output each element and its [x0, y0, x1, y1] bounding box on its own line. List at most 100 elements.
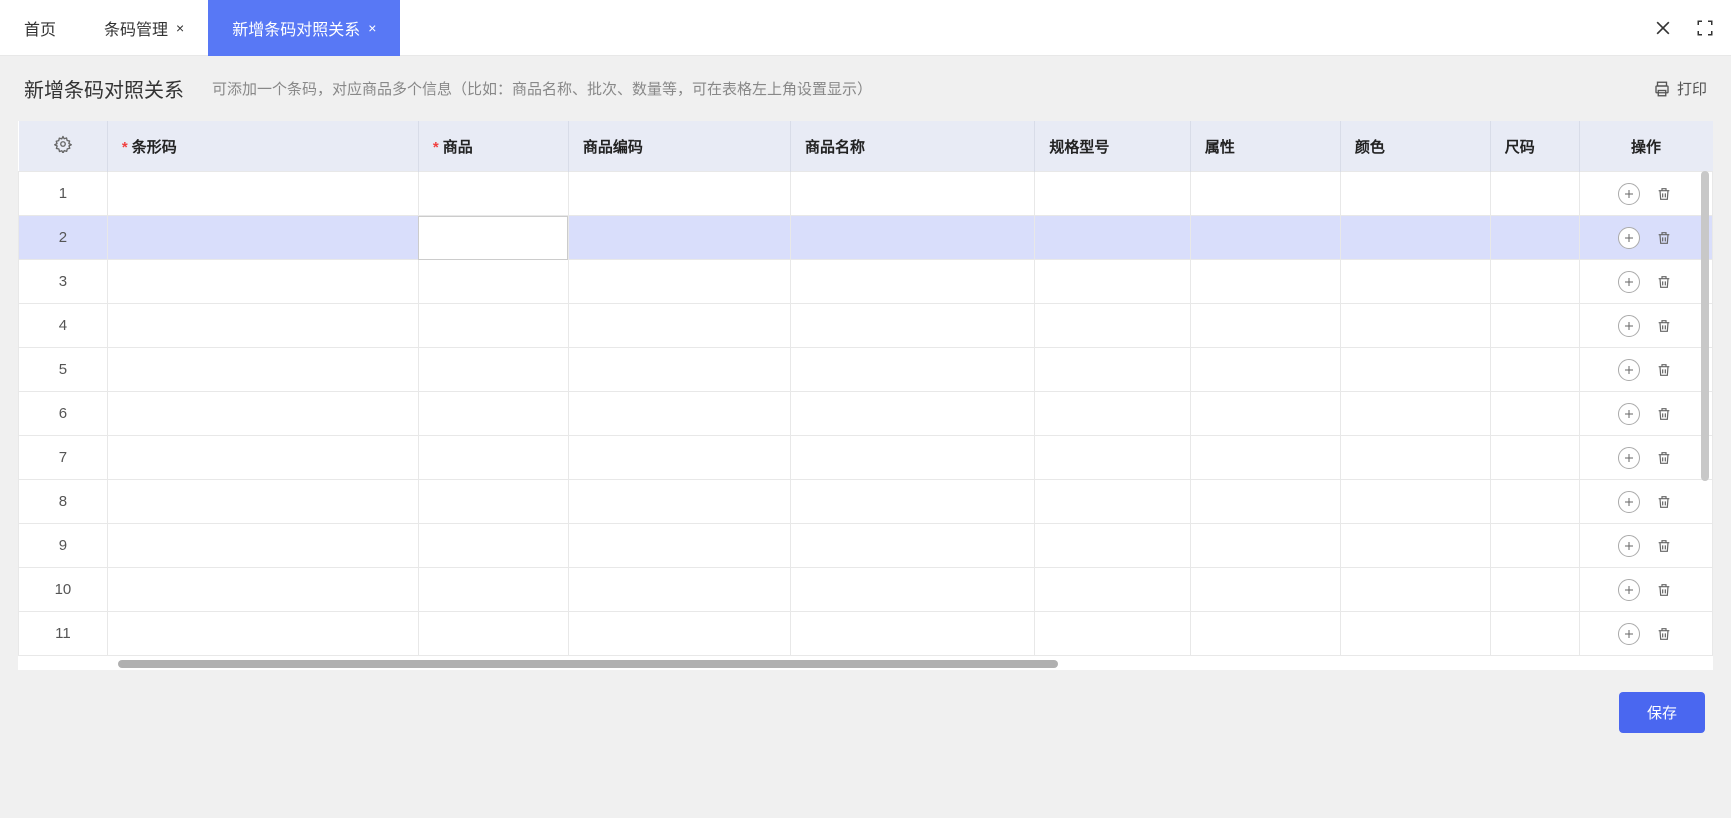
- cell-attr[interactable]: [1190, 216, 1340, 260]
- column-settings-header[interactable]: [19, 121, 108, 172]
- table-row[interactable]: 6: [19, 392, 1713, 436]
- close-icon[interactable]: ×: [368, 20, 376, 36]
- cell-product[interactable]: [418, 524, 568, 568]
- cell-product[interactable]: [418, 612, 568, 656]
- cell-spec[interactable]: [1035, 568, 1191, 612]
- cell-product[interactable]: [418, 568, 568, 612]
- add-row-button[interactable]: [1618, 579, 1640, 601]
- cell-name[interactable]: [790, 304, 1034, 348]
- cell-barcode[interactable]: [107, 436, 418, 480]
- close-icon[interactable]: ×: [176, 20, 184, 36]
- cell-spec[interactable]: [1035, 524, 1191, 568]
- cell-spec[interactable]: [1035, 172, 1191, 216]
- table-row[interactable]: 5: [19, 348, 1713, 392]
- cell-color[interactable]: [1340, 172, 1490, 216]
- fullscreen-icon[interactable]: [1691, 14, 1719, 42]
- cell-name[interactable]: [790, 348, 1034, 392]
- cell-size[interactable]: [1490, 304, 1579, 348]
- table-row[interactable]: 4: [19, 304, 1713, 348]
- cell-spec[interactable]: [1035, 392, 1191, 436]
- delete-row-button[interactable]: [1654, 316, 1674, 336]
- tabs-close-all-icon[interactable]: [1649, 14, 1677, 42]
- cell-color[interactable]: [1340, 304, 1490, 348]
- table-row[interactable]: 10: [19, 568, 1713, 612]
- cell-color[interactable]: [1340, 524, 1490, 568]
- cell-color[interactable]: [1340, 260, 1490, 304]
- cell-color[interactable]: [1340, 612, 1490, 656]
- cell-product[interactable]: [418, 436, 568, 480]
- cell-code[interactable]: [568, 436, 790, 480]
- delete-row-button[interactable]: [1654, 404, 1674, 424]
- cell-attr[interactable]: [1190, 480, 1340, 524]
- cell-attr[interactable]: [1190, 260, 1340, 304]
- cell-name[interactable]: [790, 612, 1034, 656]
- cell-name[interactable]: [790, 568, 1034, 612]
- add-row-button[interactable]: [1618, 403, 1640, 425]
- cell-product[interactable]: [418, 304, 568, 348]
- add-row-button[interactable]: [1618, 271, 1640, 293]
- cell-barcode[interactable]: [107, 612, 418, 656]
- cell-product[interactable]: [418, 392, 568, 436]
- cell-spec[interactable]: [1035, 436, 1191, 480]
- cell-size[interactable]: [1490, 216, 1579, 260]
- cell-spec[interactable]: [1035, 260, 1191, 304]
- cell-code[interactable]: [568, 480, 790, 524]
- cell-barcode[interactable]: [107, 568, 418, 612]
- cell-barcode[interactable]: [107, 392, 418, 436]
- cell-attr[interactable]: [1190, 524, 1340, 568]
- cell-color[interactable]: [1340, 436, 1490, 480]
- table-row[interactable]: 9: [19, 524, 1713, 568]
- cell-attr[interactable]: [1190, 612, 1340, 656]
- cell-name[interactable]: [790, 260, 1034, 304]
- cell-product[interactable]: [418, 172, 568, 216]
- table-row[interactable]: 11: [19, 612, 1713, 656]
- cell-name[interactable]: [790, 392, 1034, 436]
- cell-code[interactable]: [568, 260, 790, 304]
- cell-product[interactable]: [418, 348, 568, 392]
- cell-barcode[interactable]: [107, 260, 418, 304]
- cell-code[interactable]: [568, 172, 790, 216]
- cell-attr[interactable]: [1190, 568, 1340, 612]
- cell-spec[interactable]: [1035, 480, 1191, 524]
- add-row-button[interactable]: [1618, 447, 1640, 469]
- cell-product[interactable]: [418, 480, 568, 524]
- vertical-scrollbar[interactable]: [1701, 171, 1709, 481]
- cell-spec[interactable]: [1035, 348, 1191, 392]
- delete-row-button[interactable]: [1654, 624, 1674, 644]
- delete-row-button[interactable]: [1654, 492, 1674, 512]
- cell-size[interactable]: [1490, 260, 1579, 304]
- cell-barcode[interactable]: [107, 524, 418, 568]
- tab-2[interactable]: 新增条码对照关系×: [208, 0, 400, 56]
- add-row-button[interactable]: [1618, 227, 1640, 249]
- delete-row-button[interactable]: [1654, 448, 1674, 468]
- cell-size[interactable]: [1490, 524, 1579, 568]
- delete-row-button[interactable]: [1654, 580, 1674, 600]
- cell-size[interactable]: [1490, 172, 1579, 216]
- cell-code[interactable]: [568, 304, 790, 348]
- cell-color[interactable]: [1340, 216, 1490, 260]
- cell-size[interactable]: [1490, 568, 1579, 612]
- tab-0[interactable]: 首页: [0, 0, 80, 56]
- delete-row-button[interactable]: [1654, 184, 1674, 204]
- cell-barcode[interactable]: [107, 480, 418, 524]
- cell-code[interactable]: [568, 216, 790, 260]
- add-row-button[interactable]: [1618, 491, 1640, 513]
- cell-color[interactable]: [1340, 480, 1490, 524]
- table-row[interactable]: 1: [19, 172, 1713, 216]
- tab-1[interactable]: 条码管理×: [80, 0, 208, 56]
- table-row[interactable]: 8: [19, 480, 1713, 524]
- cell-barcode[interactable]: [107, 216, 418, 260]
- save-button[interactable]: 保存: [1619, 692, 1705, 733]
- cell-size[interactable]: [1490, 480, 1579, 524]
- cell-size[interactable]: [1490, 612, 1579, 656]
- cell-barcode[interactable]: [107, 348, 418, 392]
- table-row[interactable]: 2: [19, 216, 1713, 260]
- cell-code[interactable]: [568, 612, 790, 656]
- cell-barcode[interactable]: [107, 172, 418, 216]
- add-row-button[interactable]: [1618, 623, 1640, 645]
- cell-code[interactable]: [568, 348, 790, 392]
- cell-product[interactable]: [418, 216, 568, 260]
- cell-product[interactable]: [418, 260, 568, 304]
- cell-attr[interactable]: [1190, 304, 1340, 348]
- delete-row-button[interactable]: [1654, 228, 1674, 248]
